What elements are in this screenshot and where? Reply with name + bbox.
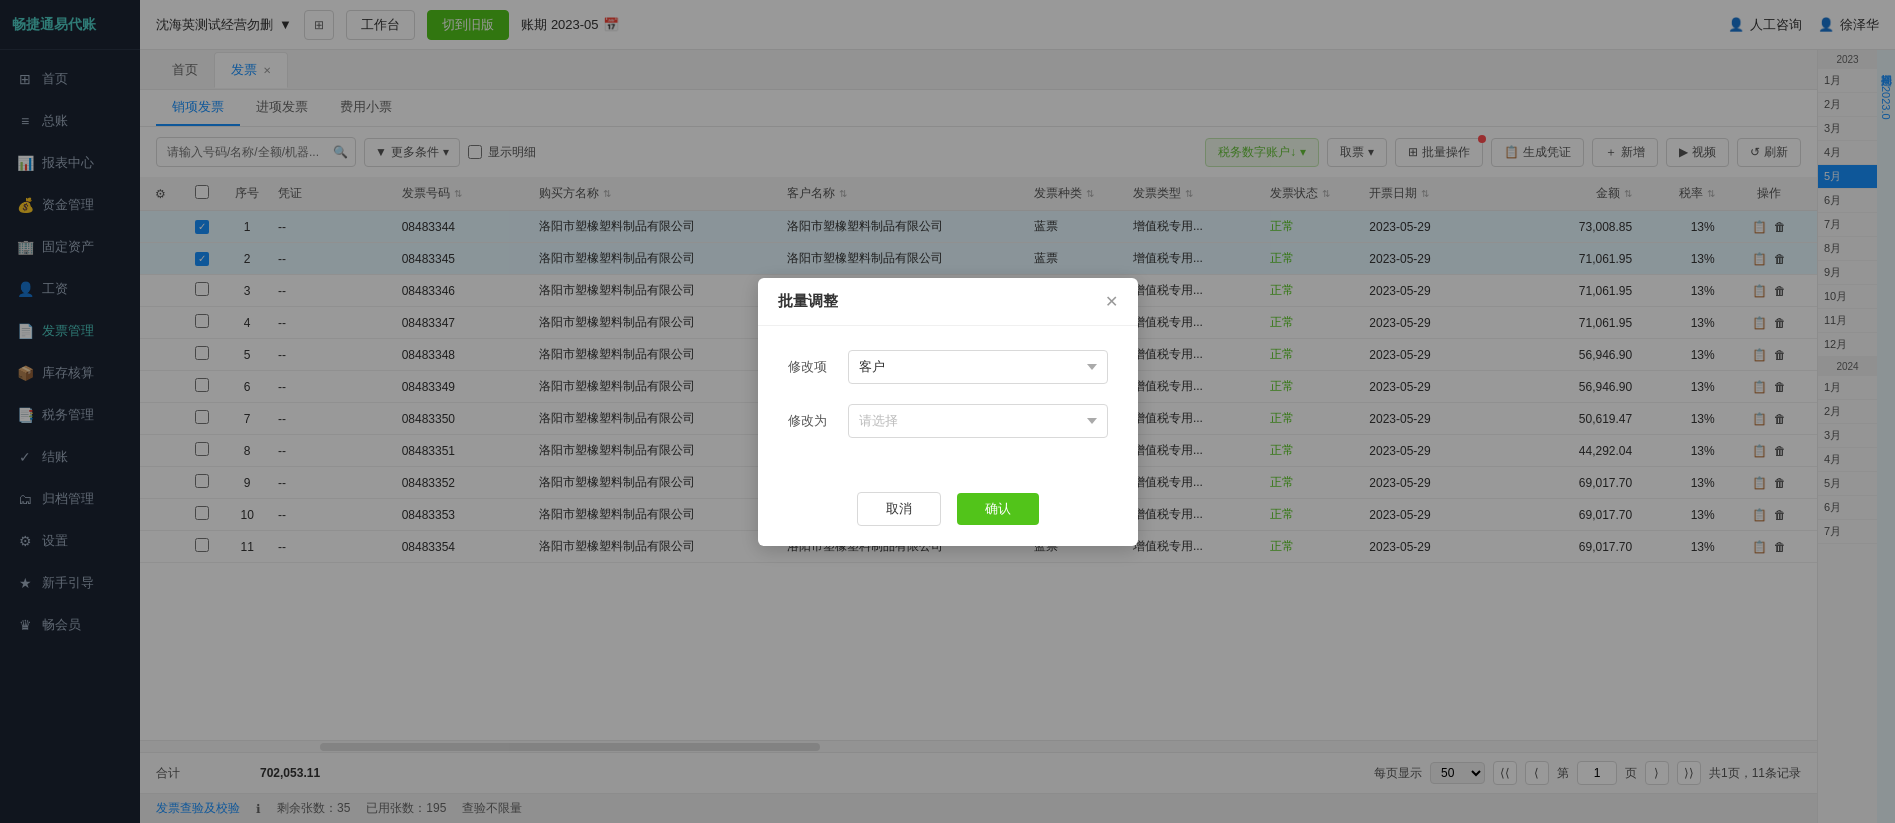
modify-item-control: 客户 日期 状态	[848, 350, 1108, 384]
modify-to-control: 请选择	[848, 404, 1108, 438]
modal-title: 批量调整	[778, 292, 838, 311]
confirm-button[interactable]: 确认	[957, 493, 1039, 525]
modify-to-row: 修改为 请选择	[788, 404, 1108, 438]
modal-close-btn[interactable]: ✕	[1105, 292, 1118, 311]
batch-adjust-modal: 批量调整 ✕ 修改项 客户 日期 状态 修改为 请选择	[758, 278, 1138, 546]
modify-item-row: 修改项 客户 日期 状态	[788, 350, 1108, 384]
modify-to-select[interactable]: 请选择	[848, 404, 1108, 438]
cancel-button[interactable]: 取消	[857, 492, 941, 526]
modify-item-select[interactable]: 客户 日期 状态	[848, 350, 1108, 384]
modify-item-label: 修改项	[788, 358, 848, 376]
modify-to-label: 修改为	[788, 412, 848, 430]
modal-footer: 取消 确认	[758, 482, 1138, 546]
modal-header: 批量调整 ✕	[758, 278, 1138, 326]
modal-overlay[interactable]: 批量调整 ✕ 修改项 客户 日期 状态 修改为 请选择	[0, 0, 1895, 823]
modal-body: 修改项 客户 日期 状态 修改为 请选择	[758, 326, 1138, 482]
